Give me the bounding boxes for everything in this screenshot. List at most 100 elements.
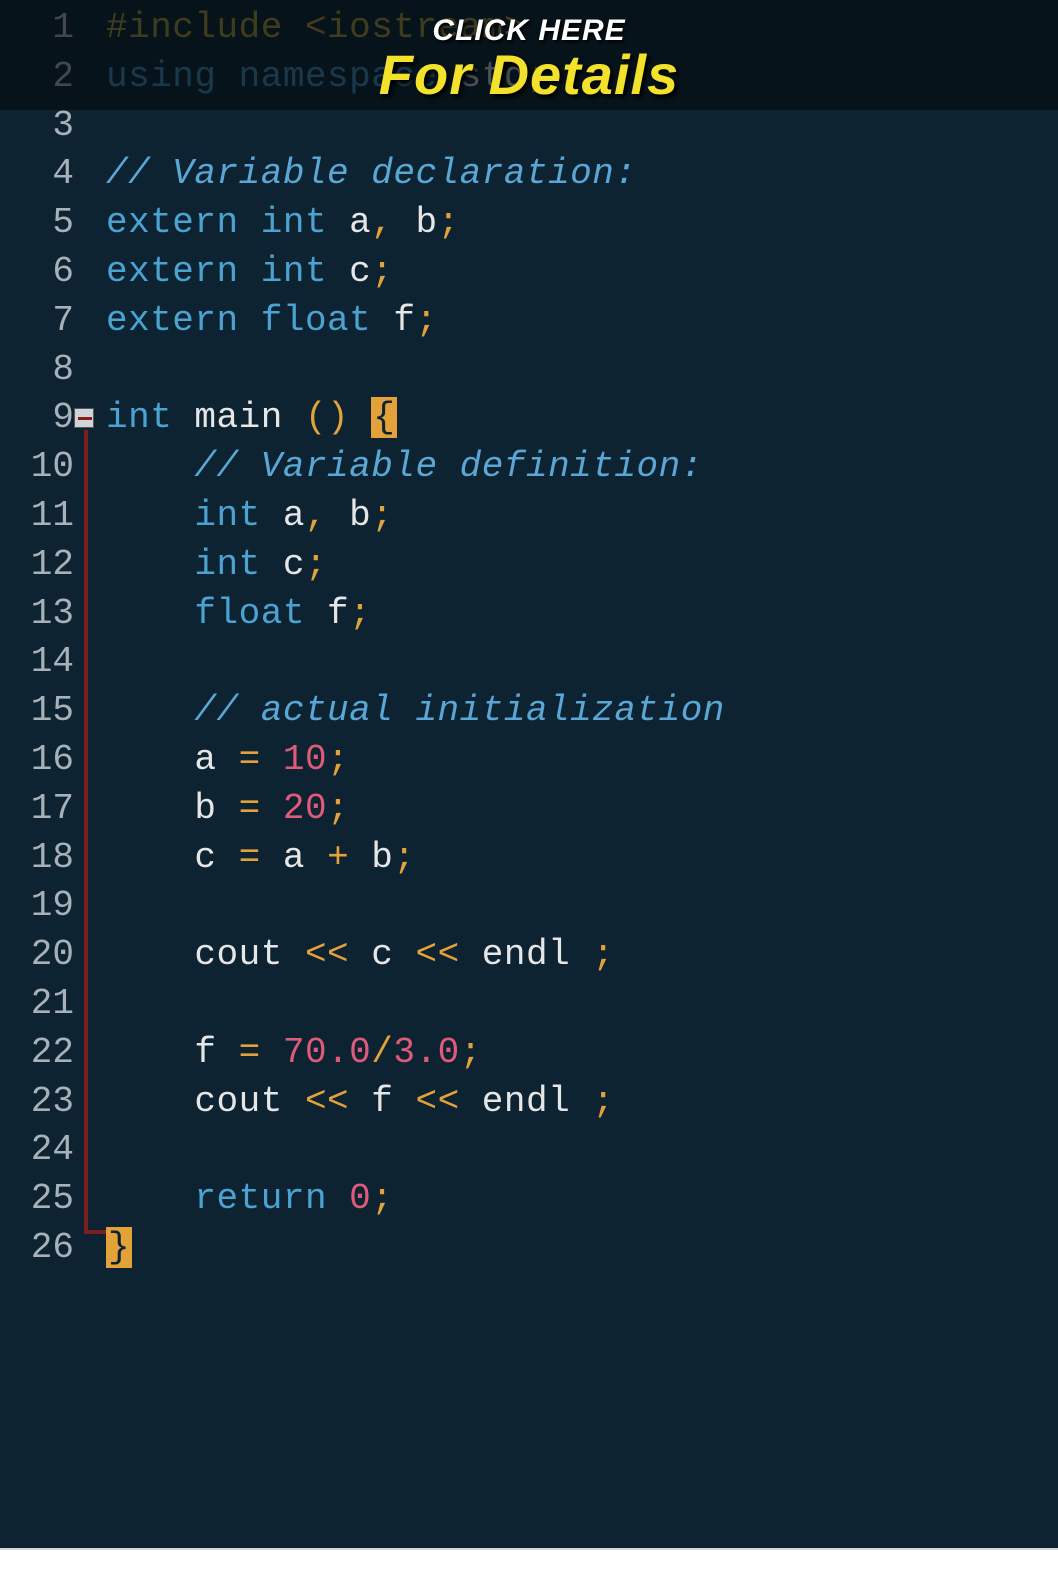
code-line[interactable]: int main () {: [106, 394, 1058, 443]
line-number: 3: [0, 102, 88, 151]
token-ident: f: [194, 1032, 238, 1073]
token-ident: a: [349, 202, 371, 243]
line-number: 11: [0, 492, 88, 541]
line-number: 4: [0, 150, 88, 199]
token-ident: endl: [482, 1081, 593, 1122]
code-line[interactable]: int c;: [106, 541, 1058, 590]
code-line[interactable]: cout << c << endl ;: [106, 931, 1058, 980]
line-number: 8: [0, 346, 88, 395]
token-ident: cout: [194, 1081, 305, 1122]
token-ident: main: [194, 397, 305, 438]
token-kw: int: [106, 397, 194, 438]
line-number: 26: [0, 1224, 88, 1273]
line-number-gutter: 1234567891011121314151617181920212223242…: [0, 0, 88, 1520]
code-line[interactable]: // Variable declaration:: [106, 150, 1058, 199]
token-kw: float: [194, 593, 327, 634]
code-line[interactable]: return 0;: [106, 1175, 1058, 1224]
token-ident: cout: [194, 934, 305, 975]
code-line[interactable]: b = 20;: [106, 785, 1058, 834]
token-ident: c: [283, 544, 305, 585]
token-cm: // Variable declaration:: [106, 153, 636, 194]
line-number: 19: [0, 882, 88, 931]
line-number: 17: [0, 785, 88, 834]
token-kw: extern: [106, 300, 261, 341]
token-punc: ;: [438, 202, 460, 243]
line-number: 6: [0, 248, 88, 297]
code-line[interactable]: // Variable definition:: [106, 443, 1058, 492]
line-number: 14: [0, 638, 88, 687]
line-number: 7: [0, 297, 88, 346]
line-number: 25: [0, 1175, 88, 1224]
token-ident: f: [327, 593, 349, 634]
code-line[interactable]: cout << f << endl ;: [106, 1078, 1058, 1127]
line-number: 16: [0, 736, 88, 785]
code-line[interactable]: extern int a, b;: [106, 199, 1058, 248]
token-punc: ;: [327, 739, 349, 780]
code-line[interactable]: float f;: [106, 590, 1058, 639]
token-num: 20: [283, 788, 327, 829]
token-kw: int: [194, 495, 282, 536]
token-op: =: [239, 837, 283, 878]
token-kw: return: [194, 1178, 349, 1219]
token-op: =: [239, 1032, 283, 1073]
banner-line2: For Details: [0, 42, 1058, 107]
token-num: 10: [283, 739, 327, 780]
token-ident: b: [415, 202, 437, 243]
token-punc: ;: [371, 251, 393, 292]
token-punc: ;: [460, 1032, 482, 1073]
line-number: 21: [0, 980, 88, 1029]
token-op: +: [327, 837, 371, 878]
code-line[interactable]: [106, 1126, 1058, 1175]
line-number: 13: [0, 590, 88, 639]
token-punc: ,: [371, 202, 415, 243]
token-op: =: [239, 739, 283, 780]
token-op: /: [371, 1032, 393, 1073]
code-area[interactable]: #include <iostream>using namespace std;/…: [88, 0, 1058, 1520]
token-cm: // actual initialization: [194, 690, 724, 731]
bottom-strip: [0, 1548, 1058, 1590]
token-num: 3.0: [393, 1032, 459, 1073]
code-line[interactable]: [106, 980, 1058, 1029]
line-number: 18: [0, 834, 88, 883]
code-line[interactable]: int a, b;: [106, 492, 1058, 541]
code-line[interactable]: c = a + b;: [106, 834, 1058, 883]
token-punc: ;: [327, 788, 349, 829]
code-line[interactable]: [106, 102, 1058, 151]
token-punc: ;: [592, 1081, 614, 1122]
token-punc: (): [305, 397, 371, 438]
code-line[interactable]: // actual initialization: [106, 687, 1058, 736]
code-line[interactable]: extern int c;: [106, 248, 1058, 297]
ad-banner[interactable]: CLICK HERE For Details: [0, 14, 1058, 107]
token-brace-hl: {: [371, 397, 397, 438]
token-ident: b: [349, 495, 371, 536]
token-punc: ;: [349, 593, 371, 634]
token-ident: b: [371, 837, 393, 878]
line-number: 23: [0, 1078, 88, 1127]
token-op: <<: [415, 934, 481, 975]
token-kw: int: [261, 202, 349, 243]
token-punc: ;: [592, 934, 614, 975]
token-ident: a: [283, 837, 327, 878]
token-kw: extern: [106, 251, 261, 292]
line-number: 5: [0, 199, 88, 248]
token-ident: b: [194, 788, 238, 829]
token-punc: ;: [371, 495, 393, 536]
code-line[interactable]: extern float f;: [106, 297, 1058, 346]
token-op: <<: [305, 1081, 371, 1122]
token-kw: int: [261, 251, 349, 292]
token-kw: float: [261, 300, 394, 341]
token-ident: f: [393, 300, 415, 341]
code-line[interactable]: [106, 882, 1058, 931]
code-line[interactable]: a = 10;: [106, 736, 1058, 785]
line-number: 15: [0, 687, 88, 736]
code-line[interactable]: [106, 346, 1058, 395]
code-line[interactable]: [106, 638, 1058, 687]
code-line[interactable]: f = 70.0/3.0;: [106, 1029, 1058, 1078]
token-ident: c: [349, 251, 371, 292]
token-ident: a: [194, 739, 238, 780]
code-line[interactable]: }: [106, 1224, 1058, 1273]
token-ident: a: [283, 495, 305, 536]
token-op: <<: [415, 1081, 481, 1122]
line-number: 9: [0, 394, 88, 443]
token-op: =: [239, 788, 283, 829]
